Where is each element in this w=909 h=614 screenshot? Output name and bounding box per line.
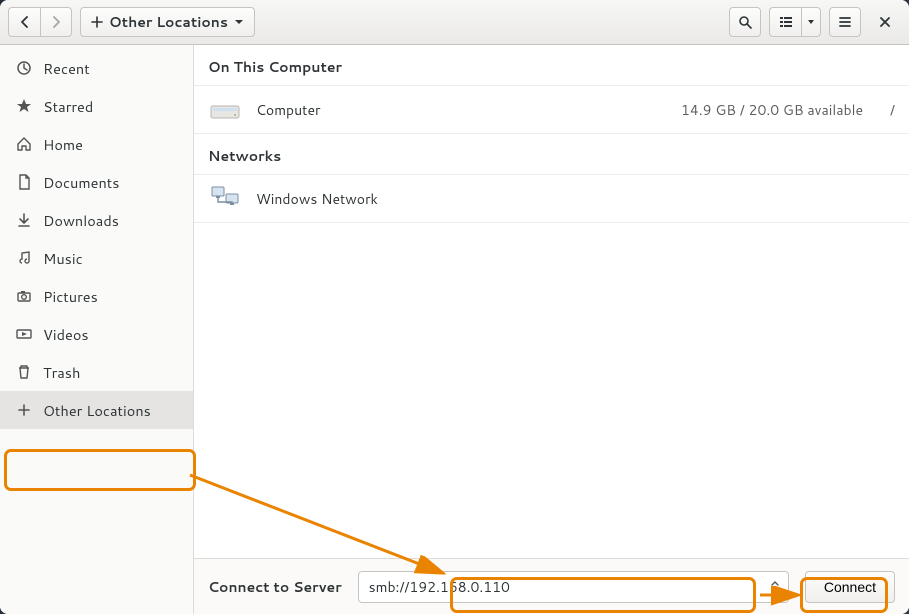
list-row[interactable]: Computer 14.9 GB / 20.0 GB available /: [194, 86, 909, 134]
list-row[interactable]: Windows Network: [194, 175, 909, 223]
section-header: On This Computer: [194, 45, 909, 86]
sidebar-item-label: Pictures: [43, 286, 177, 307]
sidebar-item-label: Recent: [43, 58, 177, 79]
sidebar-item-music[interactable]: Music: [0, 239, 193, 277]
row-name: Computer: [256, 100, 320, 120]
network-icon: [208, 182, 242, 216]
camera-icon: [16, 288, 32, 304]
drive-icon: [208, 93, 242, 127]
sidebar-item-home[interactable]: Home: [0, 125, 193, 163]
main-pane: On This Computer Computer 14.9 GB / 20.0 G…: [194, 45, 909, 614]
row-name: Windows Network: [256, 189, 378, 209]
sidebar-item-label: Documents: [43, 172, 177, 193]
server-address-wrap: [358, 571, 789, 603]
sidebar-item-videos[interactable]: Videos: [0, 315, 193, 353]
music-icon: [16, 250, 32, 266]
triangle-down-icon: [234, 17, 244, 27]
view-group: [769, 7, 821, 37]
triangle-down-icon: [807, 18, 815, 26]
row-path: /: [877, 100, 895, 120]
sidebar-item-label: Other Locations: [43, 400, 177, 421]
connect-bar: Connect to Server Connect: [194, 558, 909, 614]
server-address-input[interactable]: [358, 571, 789, 603]
star-icon: [16, 98, 32, 114]
sidebar-item-trash[interactable]: Trash: [0, 353, 193, 391]
sidebar-item-label: Videos: [43, 324, 177, 345]
close-icon: [879, 16, 891, 28]
download-icon: [16, 212, 32, 228]
sidebar-item-recent[interactable]: Recent: [0, 49, 193, 87]
plus-icon: [91, 16, 103, 28]
section-header: Networks: [194, 134, 909, 175]
sidebar: Recent Starred Home Documents Downloads Music…: [0, 45, 194, 614]
forward-button[interactable]: [40, 7, 72, 37]
file-manager-window: Other Locations: [0, 0, 909, 614]
hamburger-icon: [838, 15, 852, 29]
chevron-left-icon: [19, 16, 31, 28]
clock-icon: [16, 60, 32, 76]
trash-icon: [16, 364, 32, 380]
home-icon: [16, 136, 32, 152]
back-button[interactable]: [8, 7, 40, 37]
connect-label: Connect to Server: [208, 577, 342, 597]
plus-icon: [16, 402, 32, 418]
sidebar-item-other-locations[interactable]: Other Locations: [0, 391, 193, 429]
updown-icon[interactable]: [769, 580, 781, 594]
search-button[interactable]: [729, 7, 761, 37]
close-button[interactable]: [869, 7, 901, 37]
sidebar-item-label: Music: [43, 248, 177, 269]
sidebar-item-label: Downloads: [43, 210, 177, 231]
sidebar-item-pictures[interactable]: Pictures: [0, 277, 193, 315]
row-meta: 14.9 GB / 20.0 GB available: [681, 100, 863, 120]
chevron-right-icon: [50, 16, 62, 28]
video-icon: [16, 326, 32, 342]
pathbar-label: Other Locations: [109, 12, 228, 32]
nav-group: [8, 7, 72, 37]
pathbar[interactable]: Other Locations: [80, 7, 255, 37]
sidebar-item-documents[interactable]: Documents: [0, 163, 193, 201]
document-icon: [16, 174, 32, 190]
sidebar-item-starred[interactable]: Starred: [0, 87, 193, 125]
sidebar-item-label: Trash: [43, 362, 177, 383]
sidebar-item-label: Starred: [43, 96, 177, 117]
menu-button[interactable]: [829, 7, 861, 37]
view-list-button[interactable]: [769, 7, 801, 37]
sidebar-item-downloads[interactable]: Downloads: [0, 201, 193, 239]
list-view-icon: [779, 15, 793, 29]
headerbar: Other Locations: [0, 0, 909, 45]
sidebar-item-label: Home: [43, 134, 177, 155]
connect-button[interactable]: Connect: [805, 571, 895, 603]
view-dropdown-button[interactable]: [801, 7, 821, 37]
search-icon: [738, 15, 752, 29]
